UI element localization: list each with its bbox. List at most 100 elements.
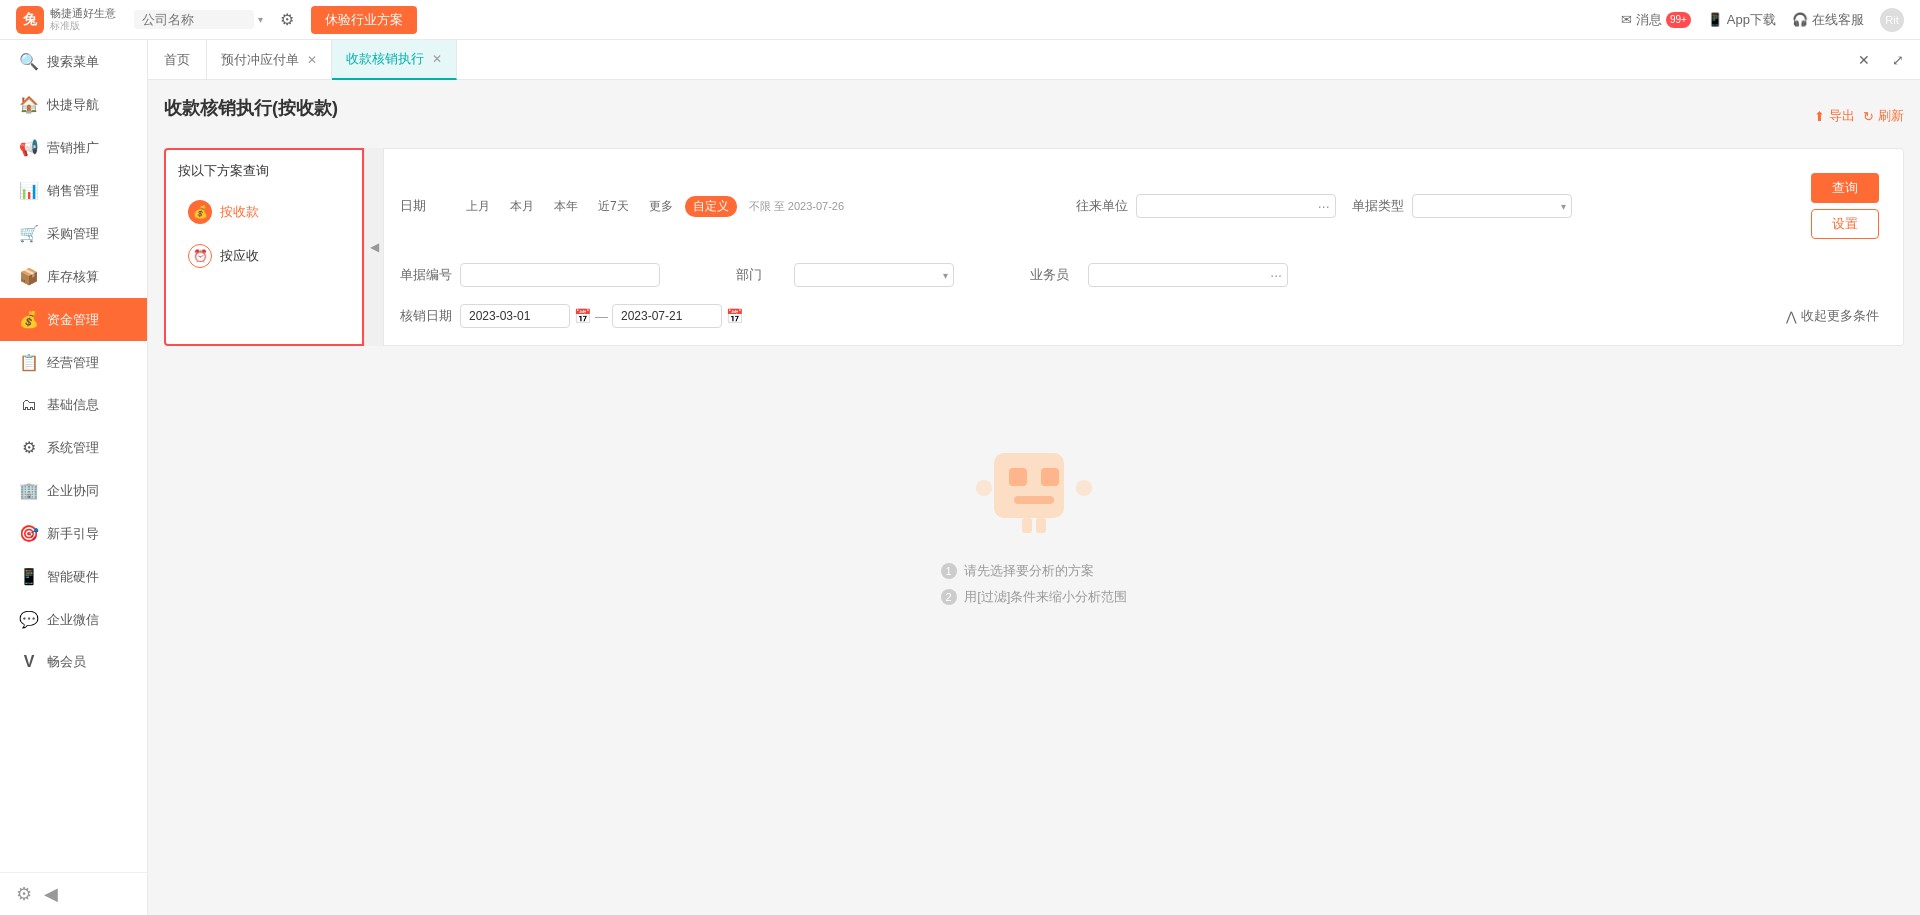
filter-row-3: 核销日期 📅 — 📅 ⋀ [400,303,1887,329]
doc-type-select[interactable] [1412,194,1572,218]
svg-rect-5 [1036,518,1046,533]
settings-icon[interactable]: ⚙ [273,6,301,34]
verify-date-inputs: 📅 — 📅 [460,304,743,328]
app-download-button[interactable]: 📱 App下载 [1707,11,1776,29]
export-icon: ⬆ [1814,109,1825,124]
query-button[interactable]: 查询 [1811,173,1879,203]
refresh-button[interactable]: ↻ 刷新 [1863,107,1904,125]
sidebar-item-vip[interactable]: V 畅会员 [0,641,147,683]
filter-scheme-panel: 按以下方案查询 💰 按收款 ⏰ 按应收 [164,148,364,346]
partner-field: 往来单位 ··· [1076,194,1336,218]
sidebar-collapse-button[interactable]: ◀ [44,883,58,905]
top-bar: 兔 畅捷通好生意 标准版 ▾ ⚙ 休验行业方案 ✉ 消息 99+ 📱 App下载… [0,0,1920,40]
filter-row-2: 单据编号 部门 ▾ 业务员 [400,263,1887,287]
filter-scheme-title: 按以下方案查询 [178,162,350,180]
svg-rect-3 [1014,496,1054,504]
date-btn-this-month[interactable]: 本月 [502,196,542,217]
tab-close-all-button[interactable]: ✕ [1850,46,1878,74]
calendar-from-icon[interactable]: 📅 [574,308,591,324]
message-button[interactable]: ✉ 消息 99+ [1621,11,1691,29]
page-header: 收款核销执行(按收款) ⬆ 导出 ↻ 刷新 [164,96,1904,136]
sales-label: 业务员 [1030,266,1080,284]
verify-date-from-input[interactable] [460,304,570,328]
sidebar-item-hardware[interactable]: 📱 智能硬件 [0,555,147,598]
solution-button[interactable]: 休验行业方案 [311,6,417,34]
dept-field: 部门 ▾ [736,263,954,287]
sidebar-item-purchase[interactable]: 🛒 采购管理 [0,212,147,255]
tab-close-prepay[interactable]: ✕ [307,53,317,67]
bottom-settings-icon[interactable]: ⚙ [16,883,32,905]
home-icon: 🏠 [19,95,39,114]
sidebar-item-marketing[interactable]: 📢 营销推广 [0,126,147,169]
sidebar-item-guide[interactable]: 🎯 新手引导 [0,512,147,555]
tab-expand-button[interactable]: ⤢ [1884,46,1912,74]
service-icon: 🎧 [1792,12,1808,27]
svg-point-6 [976,480,992,496]
svg-rect-4 [1022,518,1032,533]
tab-receipt-offset[interactable]: 收款核销执行 ✕ [332,40,457,80]
tab-bar: 首页 预付冲应付单 ✕ 收款核销执行 ✕ ✕ ⤢ [148,40,1920,80]
sidebar-item-wechat[interactable]: 💬 企业微信 [0,598,147,641]
filter-panel: 按以下方案查询 💰 按收款 ⏰ 按应收 ◀ [164,148,1904,346]
sidebar-item-system[interactable]: ⚙ 系统管理 [0,426,147,469]
page-header-actions: ⬆ 导出 ↻ 刷新 [1814,107,1904,125]
partner-input[interactable] [1136,194,1336,218]
company-input[interactable] [134,10,254,29]
sidebar-item-sales[interactable]: 📊 销售管理 [0,169,147,212]
tab-home[interactable]: 首页 [148,40,207,80]
sidebar-item-inventory[interactable]: 📦 库存核算 [0,255,147,298]
dept-select[interactable] [794,263,954,287]
sidebar-item-enterprise[interactable]: 🏢 企业协同 [0,469,147,512]
sales-icon: 📊 [19,181,39,200]
collapse-conditions-button[interactable]: ⋀ 收起更多条件 [1778,303,1887,329]
date-btn-last-month[interactable]: 上月 [458,196,498,217]
export-button[interactable]: ⬆ 导出 [1814,107,1855,125]
collapse-icon: ⋀ [1786,309,1797,324]
verify-date-to-input[interactable] [612,304,722,328]
verify-date-label: 核销日期 [400,307,452,325]
sidebar-item-search[interactable]: 🔍 搜索菜单 [0,40,147,83]
empty-tip-2: 2 用[过滤]条件来缩小分析范围 [941,584,1128,610]
svg-point-7 [1076,480,1092,496]
sales-more-icon[interactable]: ··· [1270,267,1282,283]
date-range-note: 不限 至 2023-07-26 [749,199,844,214]
svg-rect-2 [1041,468,1059,486]
date-separator: — [595,309,608,324]
avatar: Rit [1880,8,1904,32]
tab-prepay-offset[interactable]: 预付冲应付单 ✕ [207,40,332,80]
sales-input[interactable] [1088,263,1288,287]
company-selector[interactable]: ▾ [134,10,263,29]
app-logo: 兔 畅捷通好生意 标准版 [16,6,116,34]
search-icon: 🔍 [19,52,39,71]
empty-tips: 1 请先选择要分析的方案 2 用[过滤]条件来缩小分析范围 [941,558,1128,610]
sidebar-item-basic[interactable]: 🗂 基础信息 [0,384,147,426]
message-icon: ✉ [1621,12,1632,27]
date-btn-this-year[interactable]: 本年 [546,196,586,217]
filter-collapse-button[interactable]: ◀ [364,148,384,346]
date-btn-more[interactable]: 更多 [641,196,681,217]
download-icon: 📱 [1707,12,1723,27]
sidebar-item-operation[interactable]: 📋 经营管理 [0,341,147,384]
date-quick-buttons: 上月 本月 本年 近7天 更多 自定义 [458,196,737,217]
dept-select-wrapper: ▾ [794,263,954,287]
doc-no-input[interactable] [460,263,660,287]
date-btn-custom[interactable]: 自定义 [685,196,737,217]
user-avatar[interactable]: Rit [1880,8,1904,32]
tab-close-receipt[interactable]: ✕ [432,52,442,66]
sidebar-bottom: ⚙ ◀ [0,872,147,915]
chevron-left-icon: ◀ [370,240,379,254]
date-btn-7days[interactable]: 近7天 [590,196,637,217]
partner-more-icon[interactable]: ··· [1318,198,1330,214]
filter-option-by-receivable[interactable]: ⏰ 按应收 [178,236,350,276]
partner-label: 往来单位 [1076,197,1128,215]
filter-settings-button[interactable]: 设置 [1811,209,1879,239]
calendar-to-icon[interactable]: 📅 [726,308,743,324]
doc-type-field: 单据类型 ▾ [1352,194,1572,218]
online-service-button[interactable]: 🎧 在线客服 [1792,11,1864,29]
dept-label: 部门 [736,266,786,284]
sidebar-item-quick-nav[interactable]: 🏠 快捷导航 [0,83,147,126]
page-content: 收款核销执行(按收款) ⬆ 导出 ↻ 刷新 按以下方案查询 [148,80,1920,915]
filter-option-by-receipt[interactable]: 💰 按收款 [178,192,350,232]
svg-rect-1 [1009,468,1027,486]
sidebar-item-finance[interactable]: 💰 资金管理 [0,298,147,341]
